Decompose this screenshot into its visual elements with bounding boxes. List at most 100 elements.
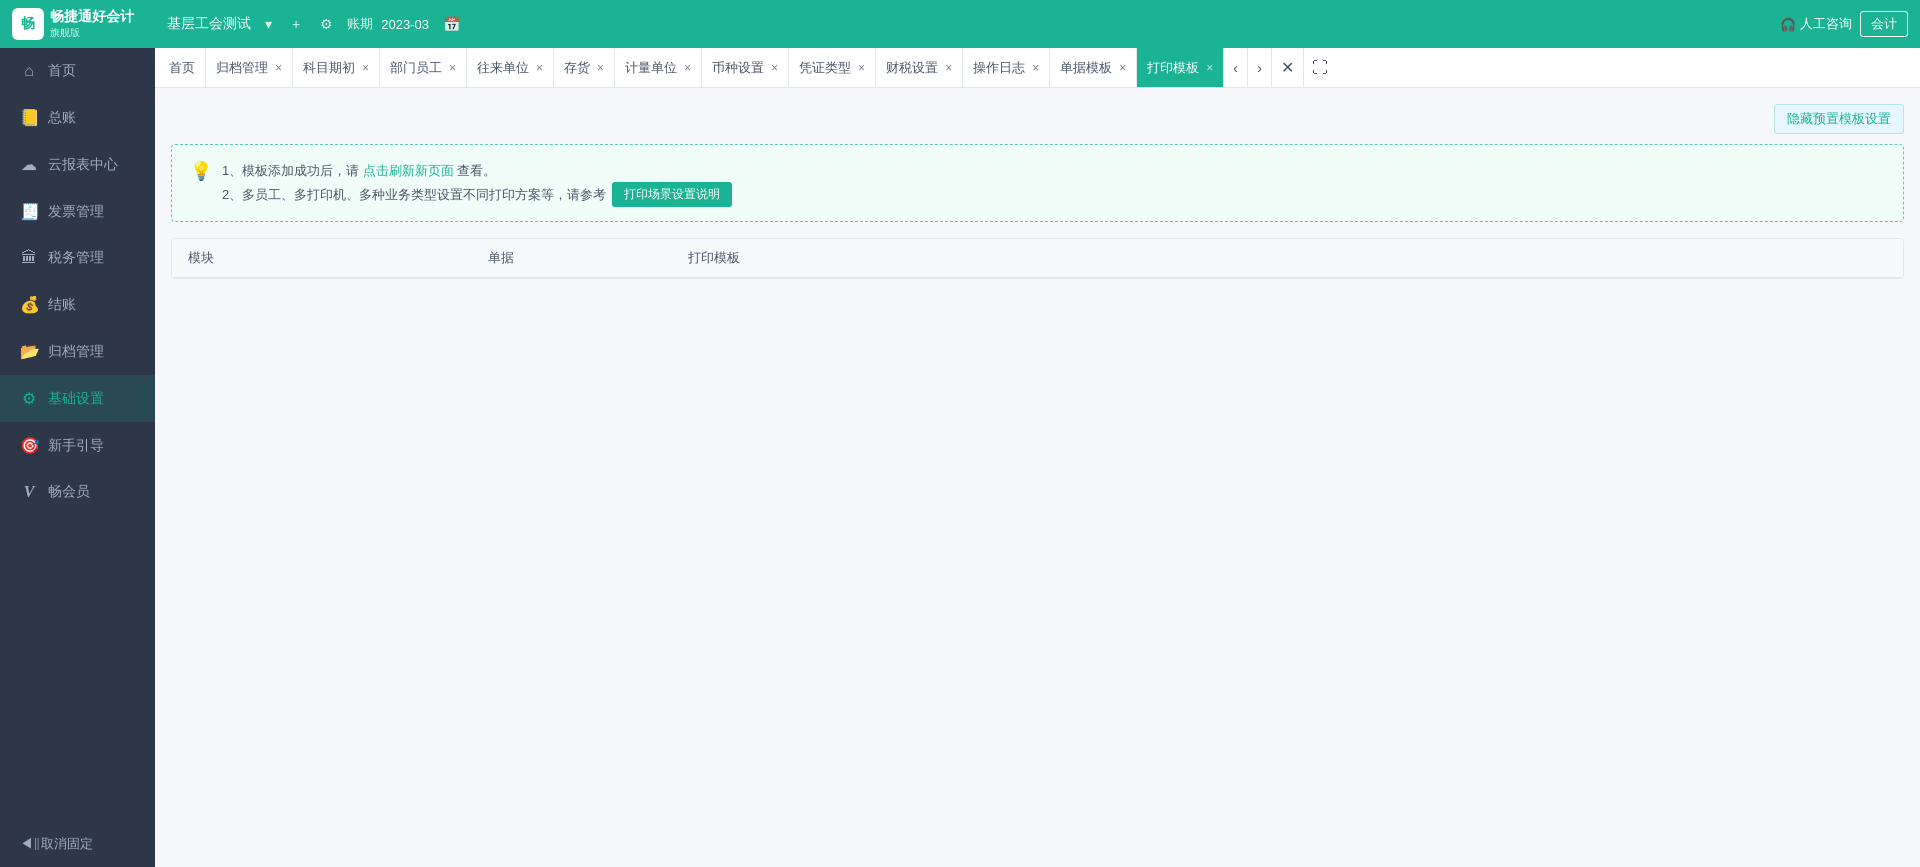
tab-unit[interactable]: 计量单位 ×: [615, 48, 702, 88]
dropdown-icon[interactable]: ▾: [259, 14, 278, 34]
tab-next-btn[interactable]: ›: [1248, 48, 1272, 88]
tab-currency-close[interactable]: ×: [771, 61, 778, 75]
archive-icon: 📂: [20, 342, 38, 361]
tab-counterpart-close[interactable]: ×: [536, 61, 543, 75]
sidebar-item-member[interactable]: V 畅会员: [0, 469, 155, 515]
tab-home[interactable]: 首页: [159, 48, 206, 88]
tab-print-template[interactable]: 打印模板 ×: [1137, 48, 1224, 88]
notice-line2: 2、多员工、多打印机、多种业务类型设置不同打印方案等，请参考 打印场景设置说明: [222, 182, 732, 207]
sidebar-item-ledger[interactable]: 📒 总账: [0, 94, 155, 141]
tab-archive-close[interactable]: ×: [275, 61, 282, 75]
tab-tax-close[interactable]: ×: [945, 61, 952, 75]
sidebar-label-reports: 云报表中心: [48, 156, 118, 174]
tab-single-label: 单据模板: [1060, 59, 1112, 77]
tab-dept-staff[interactable]: 部门员工 ×: [380, 48, 467, 88]
tab-close-all-btn[interactable]: ✕: [1272, 48, 1304, 88]
tab-archive-mgmt[interactable]: 归档管理 ×: [206, 48, 293, 88]
sidebar-item-home[interactable]: ⌂ 首页: [0, 48, 155, 94]
notice-content: 1、模板添加成功后，请 点击刷新新页面 查看。 2、多员工、多打印机、多种业务类…: [222, 159, 732, 207]
tab-voucher-close[interactable]: ×: [858, 61, 865, 75]
hide-preview-btn[interactable]: 隐藏预置模板设置: [1774, 104, 1904, 134]
tab-tax-settings[interactable]: 财税设置 ×: [876, 48, 963, 88]
tab-voucher-type[interactable]: 凭证类型 ×: [789, 48, 876, 88]
tab-currency-label: 币种设置: [712, 59, 764, 77]
notice-row: 💡 1、模板添加成功后，请 点击刷新新页面 查看。 2、多员工、多打印机、多种业…: [190, 159, 1885, 207]
tab-subject-close[interactable]: ×: [362, 61, 369, 75]
tab-log-label: 操作日志: [973, 59, 1025, 77]
sidebar-item-archive[interactable]: 📂 归档管理: [0, 328, 155, 375]
customer-service-btn[interactable]: 🎧 人工咨询: [1780, 15, 1852, 33]
tab-print-close[interactable]: ×: [1206, 61, 1213, 75]
member-icon: V: [20, 483, 38, 501]
period-value: 2023-03: [381, 17, 429, 32]
sidebar-item-invoice[interactable]: 🧾 发票管理: [0, 188, 155, 235]
tab-inventory[interactable]: 存货 ×: [554, 48, 615, 88]
tab-log-close[interactable]: ×: [1032, 61, 1039, 75]
company-name[interactable]: 基层工会测试: [167, 15, 251, 33]
settlement-icon: 💰: [20, 295, 38, 314]
header-center: 基层工会测试 ▾ + ⚙ 账期 2023-03 📅: [167, 14, 1780, 34]
sidebar-item-reports[interactable]: ☁ 云报表中心: [0, 141, 155, 188]
tab-home-label: 首页: [169, 59, 195, 77]
tab-single-close[interactable]: ×: [1119, 61, 1126, 75]
sidebar-item-settlement[interactable]: 💰 结账: [0, 281, 155, 328]
sidebar: ⌂ 首页 📒 总账 ☁ 云报表中心 🧾 发票管理 🏛 税务管理 💰 结账 📂 归…: [0, 48, 155, 867]
logo-icon: 畅: [12, 8, 44, 40]
notice-box: 💡 1、模板添加成功后，请 点击刷新新页面 查看。 2、多员工、多打印机、多种业…: [171, 144, 1904, 222]
lightbulb-icon: 💡: [190, 160, 212, 182]
tab-dept-close[interactable]: ×: [449, 61, 456, 75]
notice-line1: 1、模板添加成功后，请 点击刷新新页面 查看。: [222, 159, 732, 182]
tab-dept-label: 部门员工: [390, 59, 442, 77]
top-action-bar: 隐藏预置模板设置: [171, 104, 1904, 134]
home-icon: ⌂: [20, 62, 38, 80]
cloud-icon: ☁: [20, 155, 38, 174]
print-scene-btn[interactable]: 打印场景设置说明: [612, 182, 732, 207]
tab-bar: 首页 归档管理 × 科目期初 × 部门员工 × 往来单位 × 存货 ×: [155, 48, 1920, 88]
tab-single-template[interactable]: 单据模板 ×: [1050, 48, 1137, 88]
tab-archive-label: 归档管理: [216, 59, 268, 77]
tab-operation-log[interactable]: 操作日志 ×: [963, 48, 1050, 88]
tab-currency[interactable]: 币种设置 ×: [702, 48, 789, 88]
page-content: 隐藏预置模板设置 💡 1、模板添加成功后，请 点击刷新新页面 查看。 2、多员工…: [155, 88, 1920, 867]
sidebar-label-ledger: 总账: [48, 109, 76, 127]
top-header: 畅 畅捷通好会计 旗舰版 基层工会测试 ▾ + ⚙ 账期 2023-03 📅 🎧…: [0, 0, 1920, 48]
unpin-button[interactable]: ◀‖取消固定: [0, 821, 155, 867]
logo-text: 畅捷通好会计: [50, 8, 134, 26]
accounting-button[interactable]: 会计: [1860, 11, 1908, 37]
col-template-header: 打印模板: [672, 249, 1903, 267]
tab-inventory-close[interactable]: ×: [597, 61, 604, 75]
tab-counterpart[interactable]: 往来单位 ×: [467, 48, 554, 88]
tab-print-label: 打印模板: [1147, 59, 1199, 77]
tab-subject-init[interactable]: 科目期初 ×: [293, 48, 380, 88]
sidebar-item-beginner[interactable]: 🎯 新手引导: [0, 422, 155, 469]
sidebar-label-basic-settings: 基础设置: [48, 390, 104, 408]
sidebar-item-tax[interactable]: 🏛 税务管理: [0, 235, 155, 281]
col-module-header: 模块: [172, 249, 472, 267]
header-right: 🎧 人工咨询 会计: [1780, 11, 1908, 37]
sidebar-label-beginner: 新手引导: [48, 437, 104, 455]
headset-icon: 🎧: [1780, 17, 1796, 32]
beginner-icon: 🎯: [20, 436, 38, 455]
sidebar-label-settlement: 结账: [48, 296, 76, 314]
tax-icon: 🏛: [20, 249, 38, 267]
tab-expand-btn[interactable]: ⛶: [1304, 48, 1336, 88]
notice-line1-after: 查看。: [457, 163, 496, 178]
tab-unit-label: 计量单位: [625, 59, 677, 77]
invoice-icon: 🧾: [20, 202, 38, 221]
table-header: 模块 单据 打印模板: [172, 239, 1903, 278]
sidebar-item-basic-settings[interactable]: ⚙ 基础设置: [0, 375, 155, 422]
tab-prev-btn[interactable]: ‹: [1224, 48, 1248, 88]
add-tab-icon[interactable]: +: [286, 14, 306, 34]
settings-icon[interactable]: ⚙: [314, 14, 339, 34]
tab-unit-close[interactable]: ×: [684, 61, 691, 75]
notice-refresh-link[interactable]: 点击刷新新页面: [363, 163, 454, 178]
tab-inventory-label: 存货: [564, 59, 590, 77]
logo-sub: 旗舰版: [50, 26, 134, 40]
notice-line1-before: 1、模板添加成功后，请: [222, 163, 359, 178]
sidebar-label-invoice: 发票管理: [48, 203, 104, 221]
settings-gear-icon: ⚙: [20, 389, 38, 408]
logo-area: 畅 畅捷通好会计 旗舰版: [12, 8, 167, 40]
calendar-icon[interactable]: 📅: [437, 14, 466, 34]
col-voucher-header: 单据: [472, 249, 672, 267]
unpin-label: ◀‖取消固定: [20, 835, 93, 853]
